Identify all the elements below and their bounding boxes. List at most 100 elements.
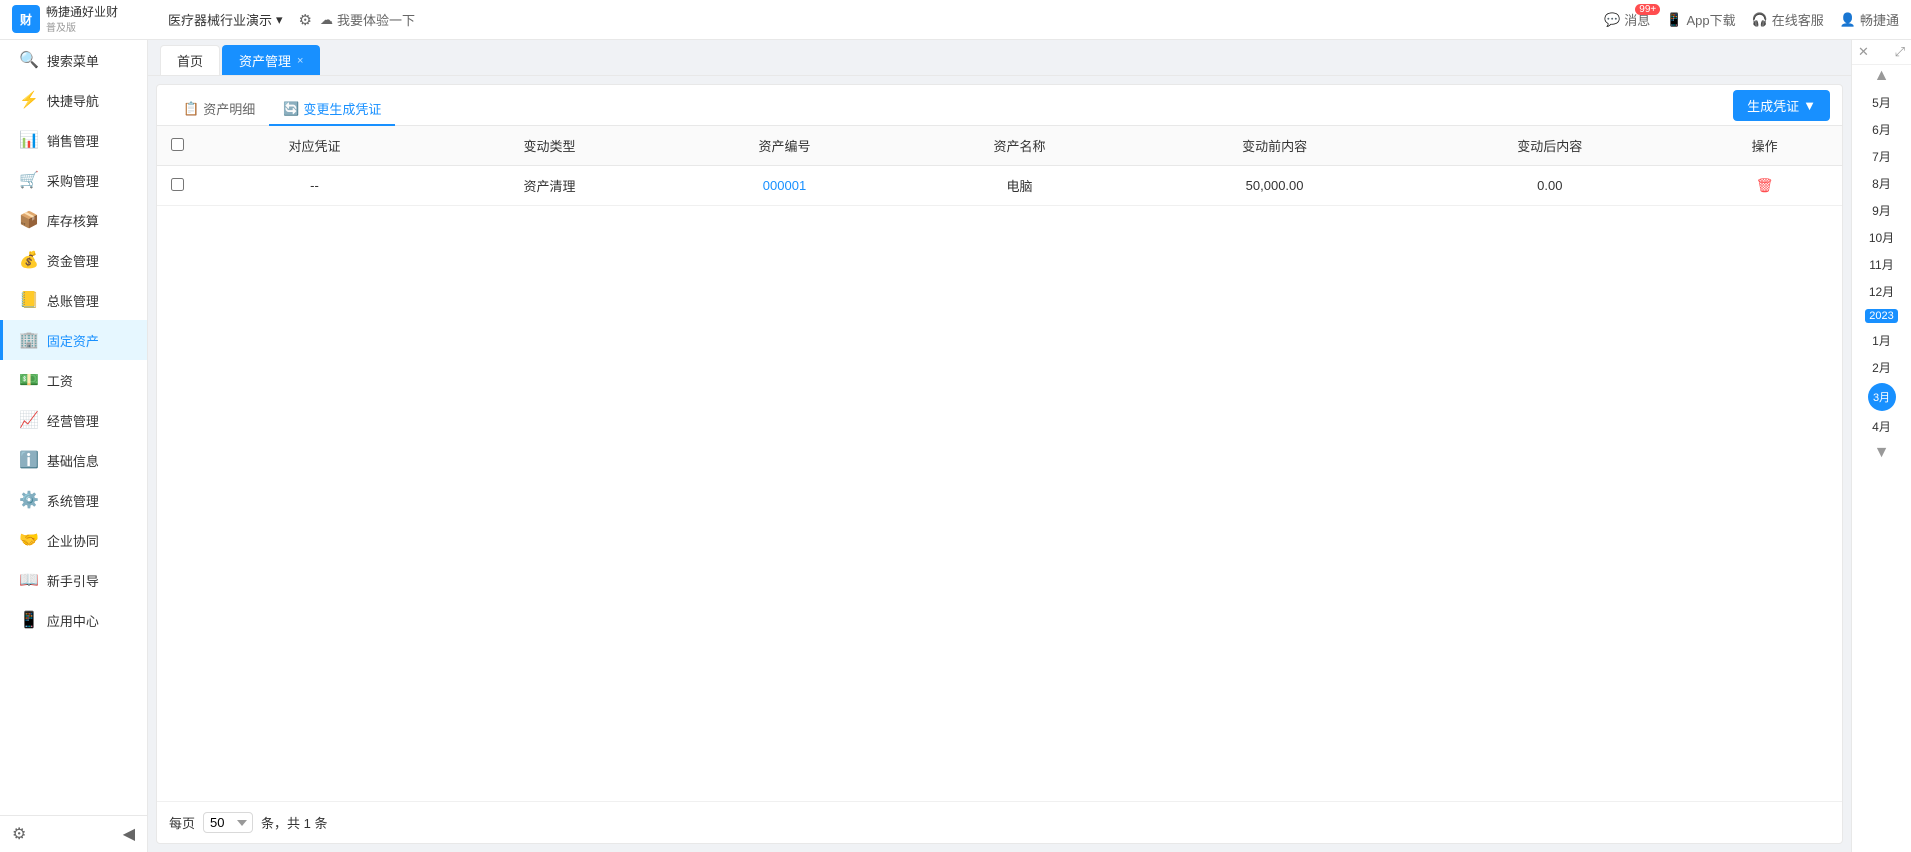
footer-collapse-icon[interactable]: ◀ — [123, 824, 135, 844]
basic-info-icon: ℹ️ — [19, 450, 39, 470]
sidebar-item-payroll[interactable]: 💵 工资 — [0, 360, 147, 400]
month-item-9[interactable]: 9月 — [1852, 197, 1911, 224]
month-item-12[interactable]: 12月 — [1852, 278, 1911, 305]
month-item-6[interactable]: 6月 — [1852, 116, 1911, 143]
logo-icon: 财 — [12, 5, 40, 33]
chevron-down-icon: ▾ — [276, 12, 283, 28]
month-item-5[interactable]: 5月 — [1852, 89, 1911, 116]
row-checkbox-cell — [157, 166, 197, 206]
month-list-2023: 1月 2月 3月 4月 — [1852, 325, 1911, 442]
table-header-row: 对应凭证 变动类型 资产编号 资产名称 变动前内容 变动后内容 操作 — [157, 126, 1842, 166]
panel-expand-icon[interactable]: ⤢ — [1895, 44, 1905, 60]
sidebar-item-purchase[interactable]: 🛒 采购管理 — [0, 160, 147, 200]
month-item-7[interactable]: 7月 — [1852, 143, 1911, 170]
scroll-down-icon[interactable]: ▼ — [1872, 442, 1892, 464]
sidebar-label-purchase: 采购管理 — [47, 171, 99, 190]
sidebar-scroll: 🔍 搜索菜单 ⚡ 快捷导航 📊 销售管理 🛒 采购管理 📦 库存核算 💰 — [0, 40, 147, 815]
sidebar-item-fixed-assets[interactable]: 🏢 固定资产 — [0, 320, 147, 360]
app-download-button[interactable]: 📱 App下载 — [1666, 10, 1735, 29]
experience-button[interactable]: ☁ 我要体验一下 — [320, 10, 415, 29]
search-icon: 🔍 — [19, 50, 39, 70]
sidebar-item-system[interactable]: ⚙️ 系统管理 — [0, 480, 147, 520]
generate-voucher-button[interactable]: 生成凭证 ▼ — [1733, 90, 1830, 121]
tab-home[interactable]: 首页 — [160, 45, 220, 75]
sidebar-label-guide: 新手引导 — [47, 571, 99, 590]
user-menu-button[interactable]: 👤 畅捷通 — [1840, 10, 1899, 29]
download-icon: 📱 — [1666, 12, 1682, 28]
tab-change-voucher[interactable]: 🔄 变更生成凭证 — [269, 93, 395, 126]
row-change-type: 资产清理 — [432, 166, 667, 206]
guide-icon: 📖 — [19, 570, 39, 590]
sidebar-label-inventory: 库存核算 — [47, 211, 99, 230]
month-item-8[interactable]: 8月 — [1852, 170, 1911, 197]
user-icon: 👤 — [1840, 12, 1856, 28]
cooperation-icon: 🤝 — [19, 530, 39, 550]
sidebar-item-search[interactable]: 🔍 搜索菜单 — [0, 40, 147, 80]
sidebar-item-app-center[interactable]: 📱 应用中心 — [0, 600, 147, 640]
inner-tabs-bar: 📋 资产明细 🔄 变更生成凭证 生成凭证 ▼ — [157, 85, 1842, 126]
sidebar-label-payroll: 工资 — [47, 371, 73, 390]
generate-voucher-label: 生成凭证 — [1747, 96, 1799, 115]
company-selector[interactable]: 医疗器械行业演示 ▾ — [160, 6, 291, 34]
sales-icon: 📊 — [19, 130, 39, 150]
month-item-10[interactable]: 10月 — [1852, 224, 1911, 251]
app-name: 畅捷通好业财 — [46, 5, 118, 19]
purchase-icon: 🛒 — [19, 170, 39, 190]
sidebar: 🔍 搜索菜单 ⚡ 快捷导航 📊 销售管理 🛒 采购管理 📦 库存核算 💰 — [0, 40, 148, 852]
sidebar-item-management[interactable]: 📈 经营管理 — [0, 400, 147, 440]
table-row: -- 资产清理 000001 电脑 50,000.00 0.00 🗑 — [157, 166, 1842, 206]
online-service-button[interactable]: 🎧 在线客服 — [1752, 10, 1824, 29]
row-asset-name: 电脑 — [902, 166, 1137, 206]
row-operation: 🗑 — [1687, 166, 1842, 206]
right-panel: ✕ ⤢ ▲ 5月 6月 7月 8月 9月 10月 11月 12月 2023 1月… — [1851, 40, 1911, 852]
col-header-asset-code: 资产编号 — [667, 126, 902, 166]
quick-nav-icon: ⚡ — [19, 90, 39, 110]
fixed-assets-icon: 🏢 — [19, 330, 39, 350]
data-table: 对应凭证 变动类型 资产编号 资产名称 变动前内容 变动后内容 操作 — [157, 126, 1842, 206]
sidebar-item-sales[interactable]: 📊 销售管理 — [0, 120, 147, 160]
month-item-4[interactable]: 4月 — [1852, 413, 1911, 440]
app-center-icon: 📱 — [19, 610, 39, 630]
header-center: 医疗器械行业演示 ▾ ⚙ ☁ 我要体验一下 — [160, 6, 1604, 34]
month-item-11[interactable]: 11月 — [1852, 251, 1911, 278]
sidebar-item-ledger[interactable]: 📒 总账管理 — [0, 280, 147, 320]
tab-close-icon[interactable]: × — [297, 55, 303, 67]
sidebar-item-quick-nav[interactable]: ⚡ 快捷导航 — [0, 80, 147, 120]
page-size-select[interactable]: 10 20 50 100 — [203, 812, 253, 833]
footer-settings-icon[interactable]: ⚙ — [12, 824, 26, 844]
delete-icon[interactable]: 🗑 — [1756, 177, 1774, 193]
app-version: 普及版 — [46, 19, 118, 34]
logo-text-area: 畅捷通好业财 普及版 — [46, 5, 118, 34]
sidebar-item-finance[interactable]: 💰 资金管理 — [0, 240, 147, 280]
scroll-up-icon[interactable]: ▲ — [1872, 65, 1892, 87]
month-item-3-active[interactable]: 3月 — [1868, 383, 1896, 411]
col-header-checkbox — [157, 126, 197, 166]
sidebar-item-basic-info[interactable]: ℹ️ 基础信息 — [0, 440, 147, 480]
header-right: 💬 消息 99+ 📱 App下载 🎧 在线客服 👤 畅捷通 — [1604, 10, 1899, 29]
panel-close-icon[interactable]: ✕ — [1858, 44, 1869, 60]
tab-asset-detail[interactable]: 📋 资产明细 — [169, 93, 269, 126]
row-checkbox[interactable] — [171, 178, 184, 191]
message-icon: 💬 — [1604, 12, 1620, 28]
asset-detail-icon: 📋 — [183, 101, 199, 117]
sidebar-label-basic-info: 基础信息 — [47, 451, 99, 470]
message-button[interactable]: 💬 消息 99+ — [1604, 10, 1650, 29]
sidebar-item-cooperation[interactable]: 🤝 企业协同 — [0, 520, 147, 560]
system-icon: ⚙️ — [19, 490, 39, 510]
sidebar-label-quick-nav: 快捷导航 — [47, 91, 99, 110]
settings-icon[interactable]: ⚙ — [299, 11, 312, 29]
col-header-before-change: 变动前内容 — [1137, 126, 1412, 166]
sidebar-item-inventory[interactable]: 📦 库存核算 — [0, 200, 147, 240]
row-after-change: 0.00 — [1412, 166, 1687, 206]
tab-asset-management[interactable]: 资产管理 × — [222, 45, 320, 75]
sidebar-label-ledger: 总账管理 — [47, 291, 99, 310]
month-item-1[interactable]: 1月 — [1852, 327, 1911, 354]
sidebar-item-guide[interactable]: 📖 新手引导 — [0, 560, 147, 600]
sidebar-label-finance: 资金管理 — [47, 251, 99, 270]
message-badge: 99+ — [1635, 4, 1660, 15]
ledger-icon: 📒 — [19, 290, 39, 310]
month-item-2[interactable]: 2月 — [1852, 354, 1911, 381]
row-before-change: 50,000.00 — [1137, 166, 1412, 206]
col-header-voucher: 对应凭证 — [197, 126, 432, 166]
select-all-checkbox[interactable] — [171, 138, 184, 151]
